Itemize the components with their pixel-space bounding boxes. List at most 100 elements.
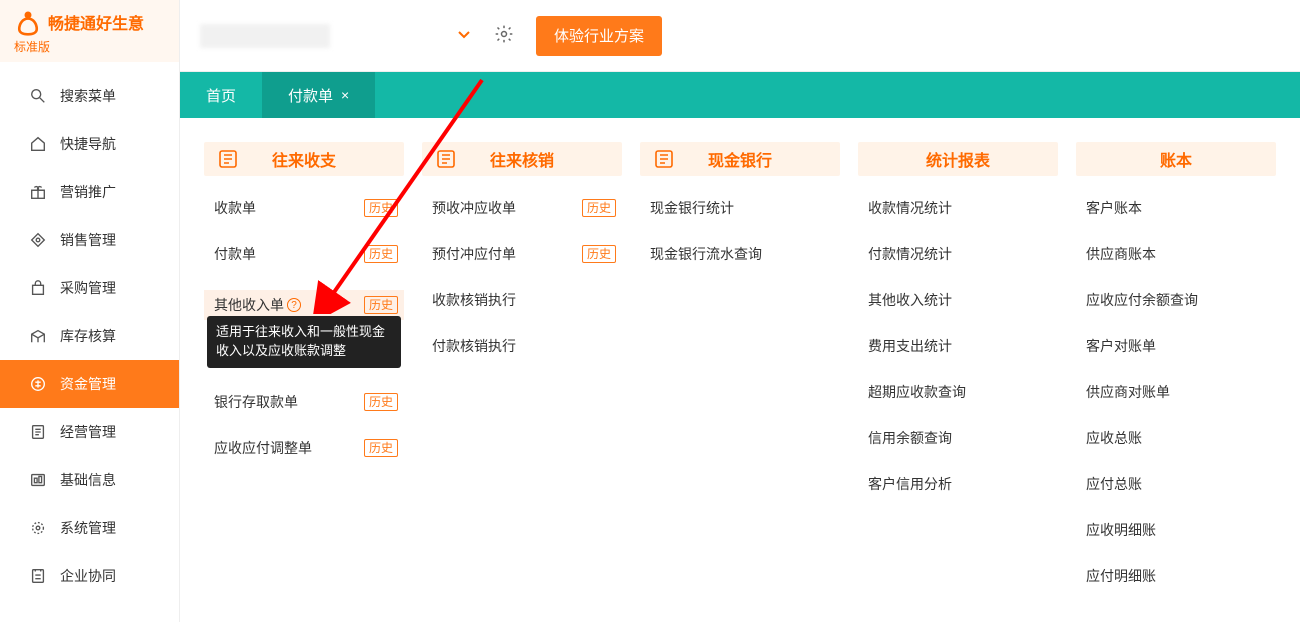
- sidebar-item-label: 快捷导航: [60, 134, 116, 154]
- menu-item-label: 付款单: [214, 244, 256, 264]
- gear-icon: [28, 518, 48, 538]
- column-title: 账本: [1160, 147, 1192, 171]
- menu-item-label: 应付总账: [1086, 474, 1142, 494]
- menu-item[interactable]: 收款单历史: [214, 198, 404, 218]
- sidebar-item-0[interactable]: 搜索菜单: [0, 72, 179, 120]
- home-icon: [28, 134, 48, 154]
- menu-item[interactable]: 付款情况统计: [868, 244, 1058, 264]
- menu-item-label: 应收明细账: [1086, 520, 1156, 540]
- menu-item[interactable]: 费用支出统计: [868, 336, 1058, 356]
- sidebar-item-4[interactable]: 采购管理: [0, 264, 179, 312]
- column-4: 账本客户账本供应商账本应收应付余额查询客户对账单供应商对账单应收总账应付总账应收…: [1076, 142, 1276, 586]
- sidebar-item-1[interactable]: 快捷导航: [0, 120, 179, 168]
- data-icon: [28, 470, 48, 490]
- menu-item[interactable]: 供应商对账单: [1086, 382, 1276, 402]
- menu-item[interactable]: 预付冲应付单历史: [432, 244, 622, 264]
- close-icon[interactable]: ×: [341, 87, 349, 103]
- sidebar-item-8[interactable]: 基础信息: [0, 456, 179, 504]
- chevron-down-icon[interactable]: [456, 26, 472, 45]
- menu-item[interactable]: 应收总账: [1086, 428, 1276, 448]
- menu-item[interactable]: 客户信用分析: [868, 474, 1058, 494]
- menu-item-label: 客户账本: [1086, 198, 1142, 218]
- menu-item-label: 应付明细账: [1086, 566, 1156, 586]
- sale-icon: [28, 230, 48, 250]
- content: 往来收支收款单历史付款单历史其他收入单?历史费用单历史银行存取款单历史应收应付调…: [180, 118, 1300, 622]
- menu-item[interactable]: 其他收入统计: [868, 290, 1058, 310]
- column-title: 统计报表: [926, 147, 990, 171]
- brand-subtitle: 标准版: [14, 38, 167, 55]
- menu-item[interactable]: 客户对账单: [1086, 336, 1276, 356]
- brand-title: 畅捷通好生意: [48, 10, 144, 34]
- history-badge[interactable]: 历史: [364, 393, 398, 411]
- menu-item[interactable]: 应收应付调整单 历史: [214, 438, 404, 458]
- menu-item[interactable]: 应付明细账: [1086, 566, 1276, 586]
- menu-item[interactable]: 收款核销执行: [432, 290, 622, 310]
- menu-item[interactable]: 现金银行流水查询: [650, 244, 840, 264]
- column-1: 往来核销预收冲应收单历史预付冲应付单历史收款核销执行付款核销执行: [422, 142, 622, 586]
- history-badge[interactable]: 历史: [364, 296, 398, 314]
- menu-item-label: 应收应付调整单: [214, 438, 312, 458]
- board-icon: [28, 422, 48, 442]
- org-name-blurred: [200, 24, 330, 48]
- history-badge[interactable]: 历史: [364, 199, 398, 217]
- column-header: 往来收支: [204, 142, 404, 176]
- column-2: 现金银行现金银行统计现金银行流水查询: [640, 142, 840, 586]
- brand: 畅捷通好生意 标准版: [0, 0, 179, 62]
- column-header: 账本: [1076, 142, 1276, 176]
- menu-item-label: 费用支出统计: [868, 336, 952, 356]
- menu-item-label: 收款核销执行: [432, 290, 516, 310]
- menu-item[interactable]: 应付总账: [1086, 474, 1276, 494]
- menu-item[interactable]: 供应商账本: [1086, 244, 1276, 264]
- gift-icon: [28, 182, 48, 202]
- menu-item-label: 收款情况统计: [868, 198, 952, 218]
- menu-item-label: 银行存取款单: [214, 392, 298, 412]
- sidebar-item-label: 采购管理: [60, 278, 116, 298]
- column-title: 往来核销: [490, 147, 554, 171]
- menu-item[interactable]: 超期应收款查询: [868, 382, 1058, 402]
- tab-strip: 首页 付款单×: [180, 72, 1300, 118]
- sidebar-item-2[interactable]: 营销推广: [0, 168, 179, 216]
- column-header: 现金银行: [640, 142, 840, 176]
- menu-item-label: 应收总账: [1086, 428, 1142, 448]
- menu-item[interactable]: 付款核销执行: [432, 336, 622, 356]
- history-badge[interactable]: 历史: [582, 199, 616, 217]
- menu-item[interactable]: 客户账本: [1086, 198, 1276, 218]
- sidebar-item-6[interactable]: 资金管理: [0, 360, 179, 408]
- menu-item[interactable]: 现金银行统计: [650, 198, 840, 218]
- menu-item[interactable]: 预收冲应收单历史: [432, 198, 622, 218]
- menu-item[interactable]: 应收应付余额查询: [1086, 290, 1276, 310]
- sidebar-item-5[interactable]: 库存核算: [0, 312, 179, 360]
- history-badge[interactable]: 历史: [582, 245, 616, 263]
- brand-logo-icon: [14, 8, 42, 36]
- help-icon[interactable]: ?: [287, 298, 301, 312]
- tab-0[interactable]: 首页: [180, 72, 262, 118]
- menu-item-label: 付款核销执行: [432, 336, 516, 356]
- menu-item-label: 其他收入统计: [868, 290, 952, 310]
- sidebar-item-label: 营销推广: [60, 182, 116, 202]
- tab-1[interactable]: 付款单×: [262, 72, 375, 118]
- team-icon: [28, 566, 48, 586]
- gear-icon[interactable]: [494, 24, 514, 47]
- sidebar-item-label: 经营管理: [60, 422, 116, 442]
- menu-item[interactable]: 收款情况统计: [868, 198, 1058, 218]
- column-title: 现金银行: [708, 147, 772, 171]
- menu-item[interactable]: 银行存取款单 历史: [214, 392, 404, 412]
- menu-item-label: 超期应收款查询: [868, 382, 966, 402]
- column-3: 统计报表收款情况统计付款情况统计其他收入统计费用支出统计超期应收款查询信用余额查…: [858, 142, 1058, 586]
- money-icon: [28, 374, 48, 394]
- tooltip: 适用于往来收入和一般性现金收入以及应收账款调整: [207, 316, 401, 368]
- sidebar-item-9[interactable]: 系统管理: [0, 504, 179, 552]
- menu-item-label: 现金银行统计: [650, 198, 734, 218]
- history-badge[interactable]: 历史: [364, 245, 398, 263]
- industry-plan-button[interactable]: 体验行业方案: [536, 16, 662, 56]
- sidebar-item-10[interactable]: 企业协同: [0, 552, 179, 600]
- sidebar-item-3[interactable]: 销售管理: [0, 216, 179, 264]
- menu-item[interactable]: 信用余额查询: [868, 428, 1058, 448]
- sidebar-item-7[interactable]: 经营管理: [0, 408, 179, 456]
- menu-item[interactable]: 付款单 历史: [214, 244, 404, 264]
- history-badge[interactable]: 历史: [364, 439, 398, 457]
- sidebar: 畅捷通好生意 标准版 搜索菜单快捷导航营销推广销售管理采购管理库存核算资金管理经…: [0, 0, 180, 622]
- tab-label: 首页: [206, 85, 236, 106]
- menu-item-label: 现金银行流水查询: [650, 244, 762, 264]
- menu-item[interactable]: 应收明细账: [1086, 520, 1276, 540]
